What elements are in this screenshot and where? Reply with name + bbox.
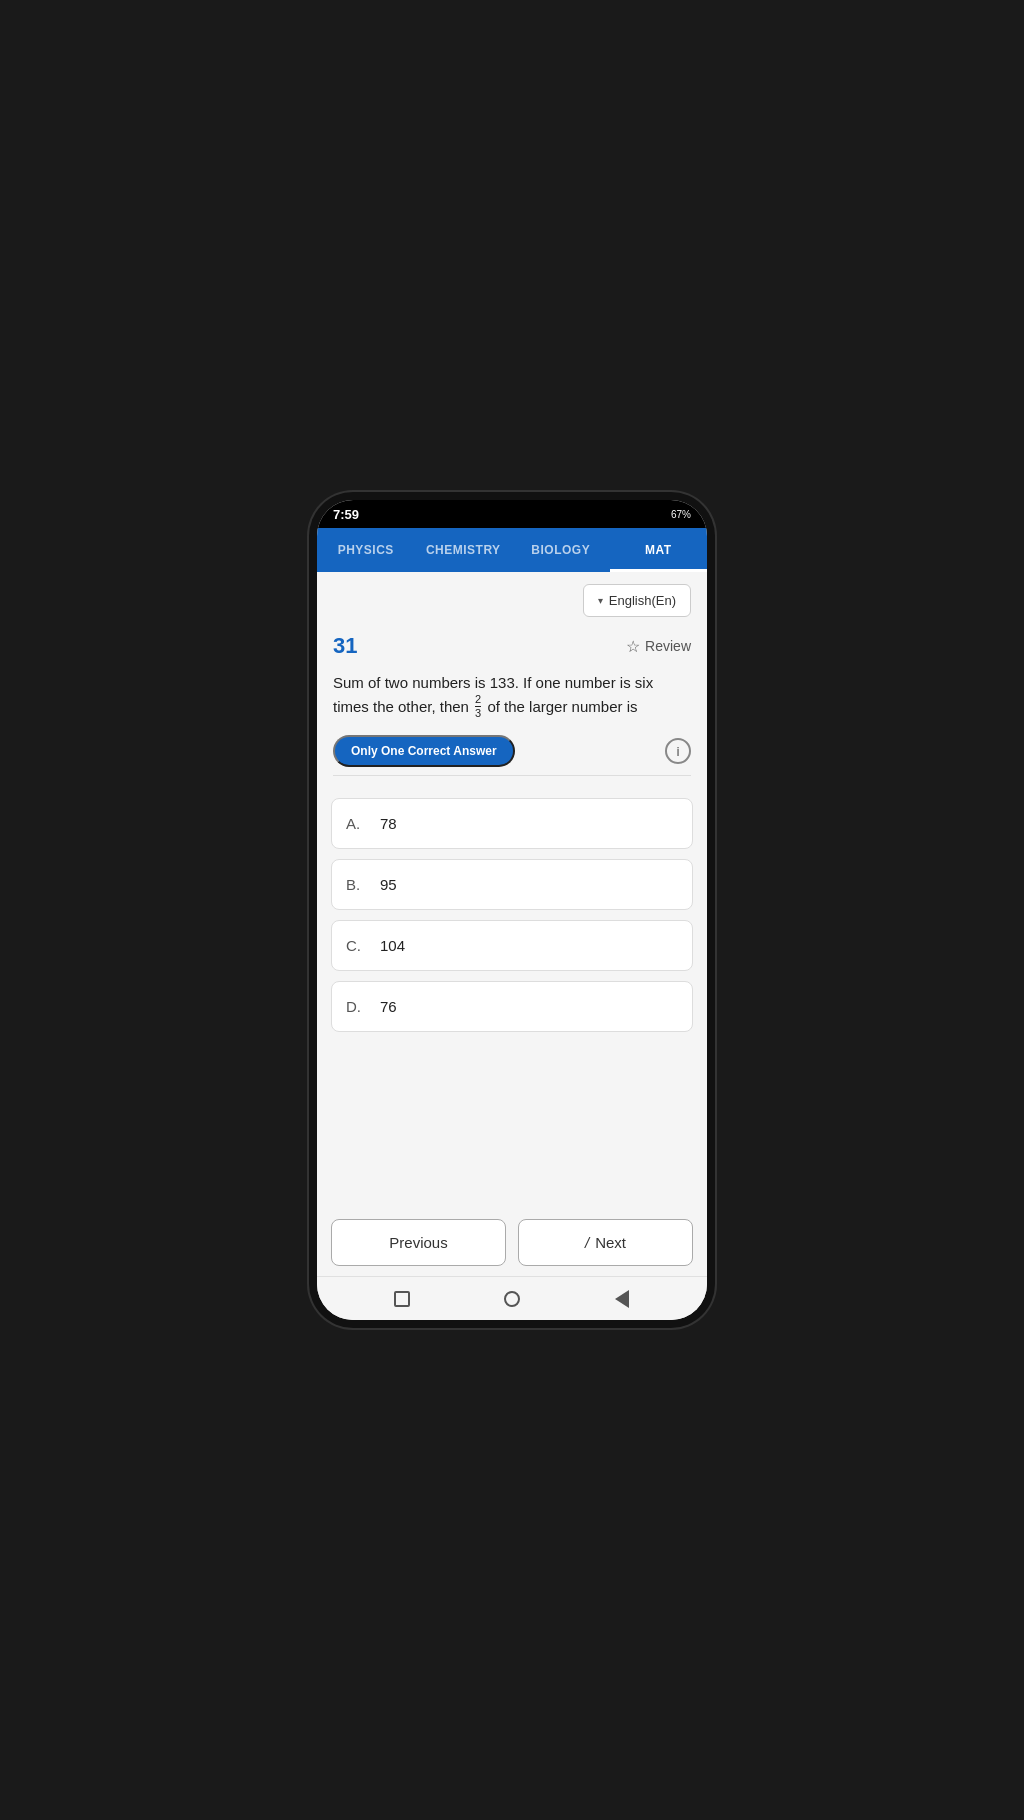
- time-display: 7:59: [333, 507, 359, 522]
- option-d-value: 76: [380, 998, 397, 1015]
- answer-type-badge[interactable]: Only One Correct Answer: [333, 735, 515, 767]
- fraction: 2 3: [473, 698, 487, 715]
- option-c-value: 104: [380, 937, 405, 954]
- option-c[interactable]: C. 104: [331, 920, 693, 971]
- options-area: A. 78 B. 95 C. 104 D. 76: [317, 798, 707, 1032]
- question-area: 31 ☆ Review Sum of two numbers is 133. I…: [317, 625, 707, 798]
- fraction-denominator: 3: [475, 707, 481, 719]
- phone-frame: 7:59 67% PHYSICS CHEMISTRY BIOLOGY MAT ▾…: [317, 500, 707, 1320]
- back-nav-icon[interactable]: [611, 1288, 633, 1310]
- next-slash-icon: /: [585, 1234, 589, 1251]
- question-text: Sum of two numbers is 133. If one number…: [333, 671, 691, 721]
- divider: [333, 775, 691, 776]
- tab-biology[interactable]: BIOLOGY: [512, 528, 610, 572]
- tab-bar: PHYSICS CHEMISTRY BIOLOGY MAT: [317, 528, 707, 572]
- option-a-value: 78: [380, 815, 397, 832]
- tab-physics[interactable]: PHYSICS: [317, 528, 415, 572]
- review-label: Review: [645, 638, 691, 654]
- star-icon: ☆: [626, 637, 640, 656]
- option-d-letter: D.: [346, 998, 366, 1015]
- question-number: 31: [333, 633, 357, 659]
- info-icon[interactable]: i: [665, 738, 691, 764]
- android-nav-bar: [317, 1276, 707, 1320]
- language-selector[interactable]: ▾ English(En): [583, 584, 691, 617]
- tab-chemistry[interactable]: CHEMISTRY: [415, 528, 513, 572]
- chevron-down-icon: ▾: [598, 595, 603, 606]
- nav-area: Previous / Next: [317, 1205, 707, 1276]
- square-nav-icon[interactable]: [391, 1288, 413, 1310]
- language-row: ▾ English(En): [317, 572, 707, 625]
- language-label: English(En): [609, 593, 676, 608]
- option-b-letter: B.: [346, 876, 366, 893]
- option-c-letter: C.: [346, 937, 366, 954]
- option-b[interactable]: B. 95: [331, 859, 693, 910]
- option-a[interactable]: A. 78: [331, 798, 693, 849]
- question-text-part2: of the larger number is: [487, 698, 637, 715]
- main-content: ▾ English(En) 31 ☆ Review Sum of two num…: [317, 572, 707, 1276]
- next-button[interactable]: / Next: [518, 1219, 693, 1266]
- home-nav-icon[interactable]: [501, 1288, 523, 1310]
- fraction-numerator: 2: [475, 693, 481, 707]
- review-button[interactable]: ☆ Review: [626, 637, 691, 656]
- status-bar: 7:59 67%: [317, 500, 707, 528]
- next-label: Next: [595, 1234, 626, 1251]
- status-icons: 67%: [671, 509, 691, 520]
- option-b-value: 95: [380, 876, 397, 893]
- badge-row: Only One Correct Answer i: [333, 735, 691, 767]
- question-header: 31 ☆ Review: [333, 633, 691, 659]
- tab-math[interactable]: MAT: [610, 528, 708, 572]
- option-d[interactable]: D. 76: [331, 981, 693, 1032]
- battery-level: 67%: [671, 509, 691, 520]
- previous-button[interactable]: Previous: [331, 1219, 506, 1266]
- option-a-letter: A.: [346, 815, 366, 832]
